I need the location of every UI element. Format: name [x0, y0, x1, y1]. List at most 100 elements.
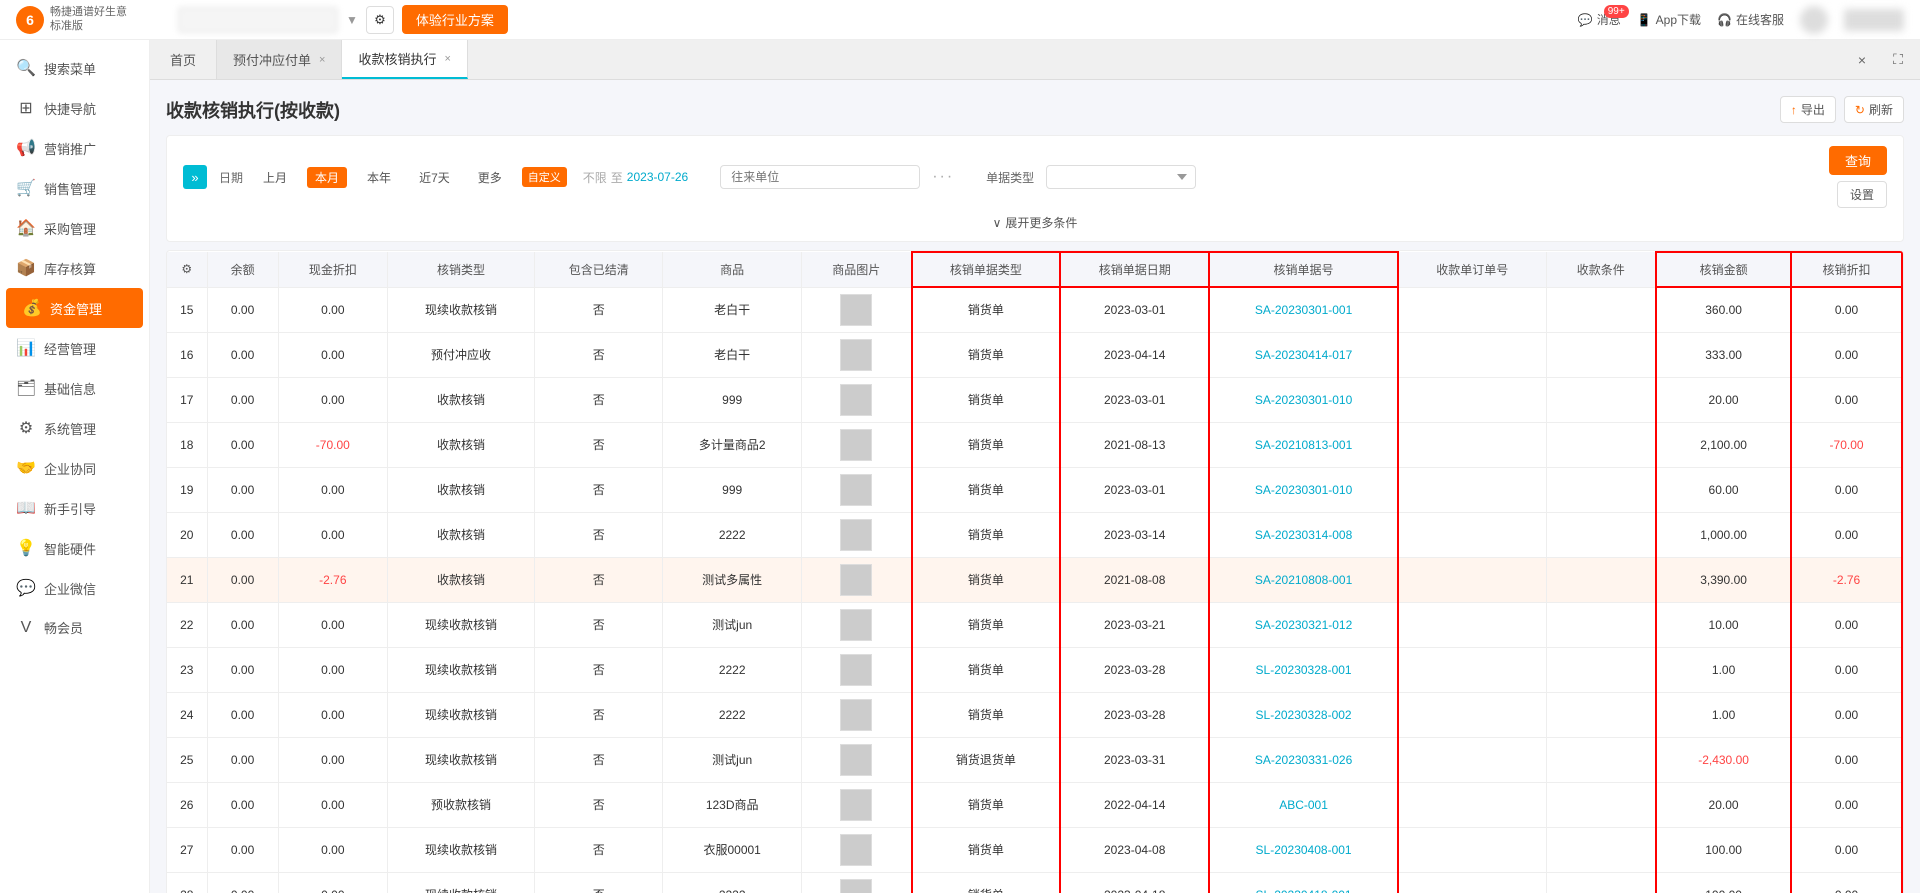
- sidebar-item-hardware[interactable]: 💡 智能硬件: [0, 528, 149, 568]
- cell-no: 26: [167, 782, 207, 827]
- custom-btn[interactable]: 自定义: [522, 167, 567, 187]
- cell-writeoff-bill-no-link[interactable]: SA-20210813-001: [1255, 438, 1352, 452]
- sidebar-item-marketing[interactable]: 📢 营销推广: [0, 128, 149, 168]
- message-button[interactable]: 💬 消息 99+: [1578, 11, 1621, 28]
- cell-cash-discount: 0.00: [278, 872, 387, 893]
- query-button[interactable]: 查询: [1829, 146, 1887, 175]
- this-month-btn[interactable]: 本月: [307, 167, 347, 188]
- cell-writeoff-bill-no-link[interactable]: SL-20230328-002: [1256, 708, 1352, 722]
- sidebar-item-label: 畅会员: [44, 618, 83, 637]
- cell-writeoff-bill-no-link[interactable]: SL-20230408-001: [1256, 843, 1352, 857]
- tab-home[interactable]: 首页: [150, 40, 217, 79]
- cell-writeoff-bill-no-link[interactable]: SA-20230301-010: [1255, 393, 1352, 407]
- from-unit-input[interactable]: [720, 165, 920, 189]
- cell-writeoff-bill-no[interactable]: SL-20230408-001: [1209, 827, 1398, 872]
- sidebar-item-basic[interactable]: 🗂 基础信息: [0, 368, 149, 408]
- cell-writeoff-discount: 0.00: [1791, 332, 1902, 377]
- cell-goods: 123D商品: [663, 782, 802, 827]
- th-writeoff-amount: 核销金额: [1656, 252, 1791, 287]
- sidebar-item-sales[interactable]: 🛒 销售管理: [0, 168, 149, 208]
- sidebar-item-label: 资金管理: [50, 299, 102, 318]
- last-month-btn[interactable]: 上月: [255, 167, 295, 188]
- cell-collect-order-no: [1398, 737, 1546, 782]
- company-input[interactable]: [178, 7, 338, 33]
- tab-close-all-button[interactable]: ×: [1848, 46, 1876, 74]
- filter-expand-btn[interactable]: »: [183, 165, 207, 189]
- cell-writeoff-bill-no-link[interactable]: SA-20230414-017: [1255, 348, 1352, 362]
- cell-writeoff-bill-no-link[interactable]: ABC-001: [1279, 798, 1328, 812]
- sidebar-item-label: 采购管理: [44, 219, 96, 238]
- cell-writeoff-bill-no[interactable]: SA-20230301-010: [1209, 467, 1398, 512]
- cell-writeoff-discount: -70.00: [1791, 422, 1902, 467]
- cell-cash-discount: 0.00: [278, 602, 387, 647]
- app-download-button[interactable]: 📱 App下载: [1637, 11, 1701, 28]
- cell-writeoff-bill-no[interactable]: SA-20230414-017: [1209, 332, 1398, 377]
- export-button[interactable]: ↑ 导出: [1780, 96, 1836, 123]
- cell-writeoff-bill-no[interactable]: SA-20230301-010: [1209, 377, 1398, 422]
- cell-writeoff-bill-no-link[interactable]: SA-20230321-012: [1255, 618, 1352, 632]
- cell-writeoff-discount: 0.00: [1791, 872, 1902, 893]
- cell-writeoff-bill-no[interactable]: SA-20230331-026: [1209, 737, 1398, 782]
- tab-maximize-button[interactable]: ⛶: [1884, 46, 1912, 74]
- sidebar-item-member[interactable]: V 畅会员: [0, 608, 149, 647]
- sidebar-item-search[interactable]: 🔍 搜索菜单: [0, 48, 149, 88]
- sidebar-item-system[interactable]: ⚙ 系统管理: [0, 408, 149, 448]
- sidebar-item-management[interactable]: 📊 经营管理: [0, 328, 149, 368]
- settings-button[interactable]: 设置: [1837, 181, 1887, 208]
- cell-writeoff-bill-type: 销货单: [912, 287, 1061, 332]
- last7-btn[interactable]: 近7天: [411, 167, 458, 188]
- cell-writeoff-bill-no-link[interactable]: SL-20230418-001: [1256, 888, 1352, 893]
- cell-balance: 0.00: [207, 827, 278, 872]
- refresh-button[interactable]: ↻ 刷新: [1844, 96, 1904, 123]
- sidebar-item-purchase[interactable]: 🏠 采购管理: [0, 208, 149, 248]
- cell-balance: 0.00: [207, 647, 278, 692]
- sidebar-item-guide[interactable]: 📖 新手引导: [0, 488, 149, 528]
- cell-balance: 0.00: [207, 872, 278, 893]
- cell-writeoff-bill-no[interactable]: SL-20230418-001: [1209, 872, 1398, 893]
- sidebar-item-label: 企业微信: [44, 579, 96, 598]
- cell-cash-discount: 0.00: [278, 512, 387, 557]
- cell-writeoff-bill-date: 2022-04-14: [1060, 782, 1209, 827]
- cell-writeoff-bill-no[interactable]: SL-20230328-002: [1209, 692, 1398, 737]
- cell-writeoff-bill-no-link[interactable]: SA-20230314-008: [1255, 528, 1352, 542]
- cell-collect-order-no: [1398, 332, 1546, 377]
- cell-writeoff-bill-no-link[interactable]: SA-20210808-001: [1255, 573, 1352, 587]
- cell-include-settled: 否: [535, 512, 663, 557]
- cell-writeoff-bill-no[interactable]: SL-20230328-001: [1209, 647, 1398, 692]
- sidebar-item-quick[interactable]: ⊞ 快捷导航: [0, 88, 149, 128]
- sidebar-item-enterprise[interactable]: 🤝 企业协同: [0, 448, 149, 488]
- company-dropdown-icon[interactable]: ▼: [346, 13, 358, 27]
- cell-writeoff-bill-no[interactable]: SA-20230321-012: [1209, 602, 1398, 647]
- cell-writeoff-bill-no-link[interactable]: SL-20230328-001: [1256, 663, 1352, 677]
- cell-writeoff-bill-no[interactable]: SA-20230314-008: [1209, 512, 1398, 557]
- service-button[interactable]: 🎧 在线客服: [1717, 11, 1784, 28]
- this-year-btn[interactable]: 本年: [359, 167, 399, 188]
- cell-writeoff-type: 收款核销: [387, 377, 534, 422]
- cell-writeoff-bill-no[interactable]: SA-20210813-001: [1209, 422, 1398, 467]
- cell-writeoff-bill-no[interactable]: SA-20230301-001: [1209, 287, 1398, 332]
- cell-writeoff-bill-no-link[interactable]: SA-20230301-010: [1255, 483, 1352, 497]
- cell-writeoff-amount: 333.00: [1656, 332, 1791, 377]
- user-avatar[interactable]: [1800, 6, 1828, 34]
- tab-collect[interactable]: 收款核销执行 ×: [342, 40, 467, 79]
- more-btn[interactable]: 更多: [470, 167, 510, 188]
- tab-collect-close[interactable]: ×: [444, 53, 450, 65]
- tab-bar-actions: × ⛶: [1848, 46, 1920, 74]
- cell-writeoff-bill-no-link[interactable]: SA-20230301-001: [1255, 303, 1352, 317]
- tab-prepay[interactable]: 预付冲应付单 ×: [217, 40, 342, 79]
- gear-icon: ⚙: [374, 12, 386, 28]
- bill-type-select[interactable]: [1046, 165, 1196, 189]
- cell-writeoff-bill-no-link[interactable]: SA-20230331-026: [1255, 753, 1352, 767]
- sidebar-item-finance[interactable]: 💰 资金管理: [6, 288, 143, 328]
- cell-writeoff-bill-no[interactable]: ABC-001: [1209, 782, 1398, 827]
- expand-more-btn[interactable]: ∨ 展开更多条件: [993, 214, 1078, 231]
- wechat-icon: 💬: [16, 578, 36, 598]
- sidebar-item-inventory[interactable]: 📦 库存核算: [0, 248, 149, 288]
- sidebar-item-wechat[interactable]: 💬 企业微信: [0, 568, 149, 608]
- tab-prepay-close[interactable]: ×: [319, 54, 325, 66]
- trial-button[interactable]: 体验行业方案: [402, 5, 508, 34]
- gear-button[interactable]: ⚙: [366, 6, 394, 34]
- th-settings[interactable]: ⚙: [167, 252, 207, 287]
- cell-balance: 0.00: [207, 557, 278, 602]
- cell-writeoff-bill-no[interactable]: SA-20210808-001: [1209, 557, 1398, 602]
